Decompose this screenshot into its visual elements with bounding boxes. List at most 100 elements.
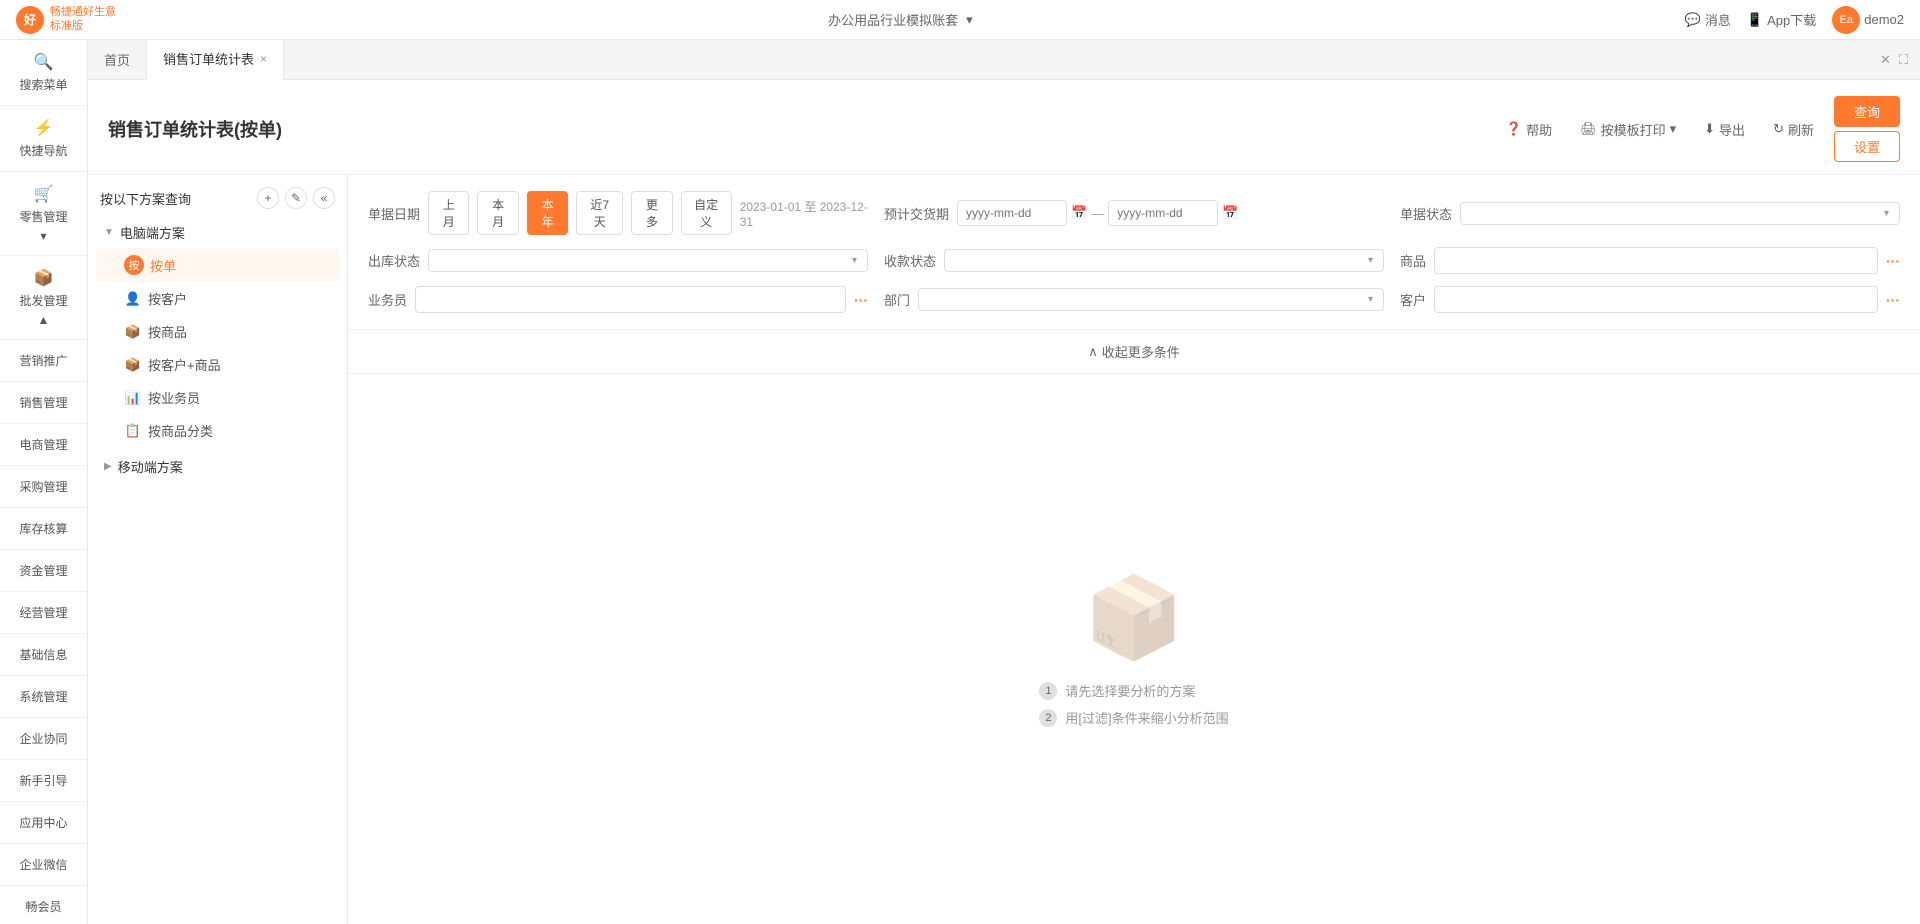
out-status-select[interactable]: ▾	[428, 249, 868, 272]
add-scheme-btn[interactable]: +	[257, 187, 279, 209]
sidebar-item-apps[interactable]: 应用中心	[0, 802, 87, 844]
left-panel: 按以下方案查询 + ✎ « ▼ 电脑端方案	[88, 175, 348, 924]
collapse-icon: ∧	[1088, 344, 1098, 360]
receive-status-arrow: ▾	[1368, 255, 1373, 266]
scheme-item-bydoc[interactable]: 按 按单	[96, 248, 339, 282]
active-scheme-badge: 按	[124, 255, 144, 275]
this-month-btn[interactable]: 本月	[477, 191, 518, 235]
receive-status-filter-group: 收款状态 ▾	[884, 249, 1384, 272]
sidebar-item-vip[interactable]: 畅会员	[0, 886, 87, 924]
page-header: 销售订单统计表(按单) ❓ 帮助 🖨 按模板打印 ▾ ⬇ 导出	[88, 80, 1920, 175]
page-actions: ❓ 帮助 🖨 按模板打印 ▾ ⬇ 导出 ↻ 刷新	[1498, 96, 1900, 162]
calendar-start-icon: 📅	[1071, 205, 1087, 221]
customer-more-icon[interactable]: ···	[1886, 292, 1900, 308]
salesperson-icon: 📊	[124, 389, 142, 407]
avatar: Ea	[1832, 6, 1860, 34]
top-bar-right: 💬 消息 📱 App下载 Ea demo2	[1685, 6, 1904, 34]
date-separator: —	[1091, 206, 1104, 221]
window-maximize-icon[interactable]: ⛶	[1899, 52, 1908, 68]
customer-input[interactable]	[1434, 286, 1878, 313]
tab-sales-order[interactable]: 销售订单统计表 ×	[147, 40, 284, 80]
sidebar-item-marketing[interactable]: 营销推广	[0, 340, 87, 382]
expected-date-start[interactable]	[957, 200, 1067, 226]
setting-button[interactable]: 设置	[1834, 131, 1900, 162]
scheme-item-bycustomer[interactable]: 👤 按客户	[96, 282, 339, 315]
more-date-btn[interactable]: 更多	[631, 191, 672, 235]
last-month-btn[interactable]: 上月	[428, 191, 469, 235]
collapse-btn[interactable]: ∧ 收起更多条件	[1076, 338, 1192, 365]
logo-area: 好 畅捷通好生意 标准版	[16, 6, 116, 34]
sidebar-item-system[interactable]: 系统管理	[0, 676, 87, 718]
sidebar-item-ecommerce[interactable]: 电商管理	[0, 424, 87, 466]
sidebar-item-retail[interactable]: 🛒 零售管理 ▾	[0, 172, 87, 256]
category-icon: 📋	[124, 422, 142, 440]
status-label: 单据状态	[1400, 204, 1452, 223]
export-btn[interactable]: ⬇ 导出	[1696, 116, 1753, 143]
tab-close-icon[interactable]: ×	[260, 52, 267, 66]
query-button[interactable]: 查询	[1834, 96, 1900, 127]
sidebar-item-basic[interactable]: 基础信息	[0, 634, 87, 676]
scheme-item-bycustomergoods[interactable]: 📦 按客户+商品	[96, 348, 339, 381]
salesperson-input[interactable]	[415, 286, 846, 313]
message-btn[interactable]: 💬 消息	[1685, 10, 1731, 29]
refresh-btn[interactable]: ↻ 刷新	[1765, 116, 1822, 143]
sidebar-item-wechat[interactable]: 企业微信	[0, 844, 87, 886]
sidebar-item-search[interactable]: 🔍 搜索菜单	[0, 40, 87, 106]
page-title: 销售订单统计表(按单)	[108, 116, 282, 142]
custom-date-btn[interactable]: 自定义	[681, 191, 732, 235]
top-bar: 好 畅捷通好生意 标准版 办公用品行业模拟账套 ▾ 💬 消息 📱 App下载 E…	[0, 0, 1920, 40]
scheme-group-desktop: ▼ 电脑端方案 按 按单 👤 按客户	[96, 217, 339, 447]
refresh-icon: ↻	[1773, 121, 1784, 137]
status-select[interactable]: ▾	[1460, 202, 1900, 225]
empty-state: 📦 1 请先选择要分析的方案 2 用[过滤]条件来缩小分析范围	[348, 374, 1920, 924]
expected-date-filter-group: 预计交货期 📅 — 📅	[884, 200, 1384, 226]
expected-date-label: 预计交货期	[884, 204, 949, 223]
scheme-group-desktop-title[interactable]: ▼ 电脑端方案	[96, 217, 339, 248]
scheme-item-bysalesperson[interactable]: 📊 按业务员	[96, 381, 339, 414]
expected-date-end[interactable]	[1108, 200, 1218, 226]
sidebar-item-inventory[interactable]: 库存核算	[0, 508, 87, 550]
filter-row-1: 单据日期 上月 本月 本年 近7天 更多 自定义 2023-01-01 至 20…	[368, 191, 1900, 235]
wholesale-expand-icon: ▲	[38, 313, 50, 327]
sidebar-item-enterprise[interactable]: 企业协同	[0, 718, 87, 760]
scheme-item-bygoods[interactable]: 📦 按商品	[96, 315, 339, 348]
edit-scheme-btn[interactable]: ✎	[285, 187, 307, 209]
user-profile[interactable]: Ea demo2	[1832, 6, 1904, 34]
filter-row-3: 业务员 ··· 部门 ▾	[368, 286, 1900, 313]
help-btn[interactable]: ❓ 帮助	[1498, 116, 1560, 143]
department-select[interactable]: ▾	[918, 288, 1384, 311]
scheme-group-mobile: ▶ 移动端方案	[96, 451, 339, 482]
goods-icon: 📦	[124, 323, 142, 341]
collapse-section: ∧ 收起更多条件	[348, 330, 1920, 374]
collapse-panel-btn[interactable]: «	[313, 187, 335, 209]
sidebar-item-finance[interactable]: 资金管理	[0, 550, 87, 592]
goods-more-icon[interactable]: ···	[1886, 253, 1900, 269]
last7days-btn[interactable]: 近7天	[576, 191, 623, 235]
goods-input[interactable]	[1434, 247, 1878, 274]
sidebar-item-purchase[interactable]: 采购管理	[0, 466, 87, 508]
salesperson-more-icon[interactable]: ···	[854, 292, 868, 308]
print-btn[interactable]: 🖨 按模板打印 ▾	[1572, 116, 1684, 143]
sidebar-item-operations[interactable]: 经营管理	[0, 592, 87, 634]
receive-status-select[interactable]: ▾	[944, 249, 1384, 272]
filter-section: 单据日期 上月 本月 本年 近7天 更多 自定义 2023-01-01 至 20…	[348, 175, 1920, 330]
sidebar-item-wholesale[interactable]: 📦 批发管理 ▲	[0, 256, 87, 340]
expected-date-inputs: 📅 — 📅	[957, 200, 1238, 226]
group-expand-icon: ▼	[104, 227, 114, 238]
scheme-group-mobile-title[interactable]: ▶ 移动端方案	[96, 451, 339, 482]
department-filter-group: 部门 ▾	[884, 288, 1384, 311]
page-content: 销售订单统计表(按单) ❓ 帮助 🖨 按模板打印 ▾ ⬇ 导出	[88, 80, 1920, 924]
this-year-btn[interactable]: 本年	[527, 191, 568, 235]
tab-home[interactable]: 首页	[88, 40, 147, 80]
calendar-end-icon: 📅	[1222, 205, 1238, 221]
sidebar-item-newuser[interactable]: 新手引导	[0, 760, 87, 802]
workspace-title: 办公用品行业模拟账套 ▾	[828, 10, 973, 29]
wholesale-icon: 📦	[34, 268, 54, 288]
app-download-btn[interactable]: 📱 App下载	[1747, 10, 1816, 29]
scheme-item-bycategory[interactable]: 📋 按商品分类	[96, 414, 339, 447]
window-close-icon[interactable]: ✕	[1880, 52, 1891, 68]
top-bar-left: 好 畅捷通好生意 标准版	[16, 6, 116, 34]
sidebar-item-sales[interactable]: 销售管理	[0, 382, 87, 424]
sidebar-item-quicknav[interactable]: ⚡ 快捷导航	[0, 106, 87, 172]
workspace-dropdown-icon[interactable]: ▾	[966, 12, 973, 28]
